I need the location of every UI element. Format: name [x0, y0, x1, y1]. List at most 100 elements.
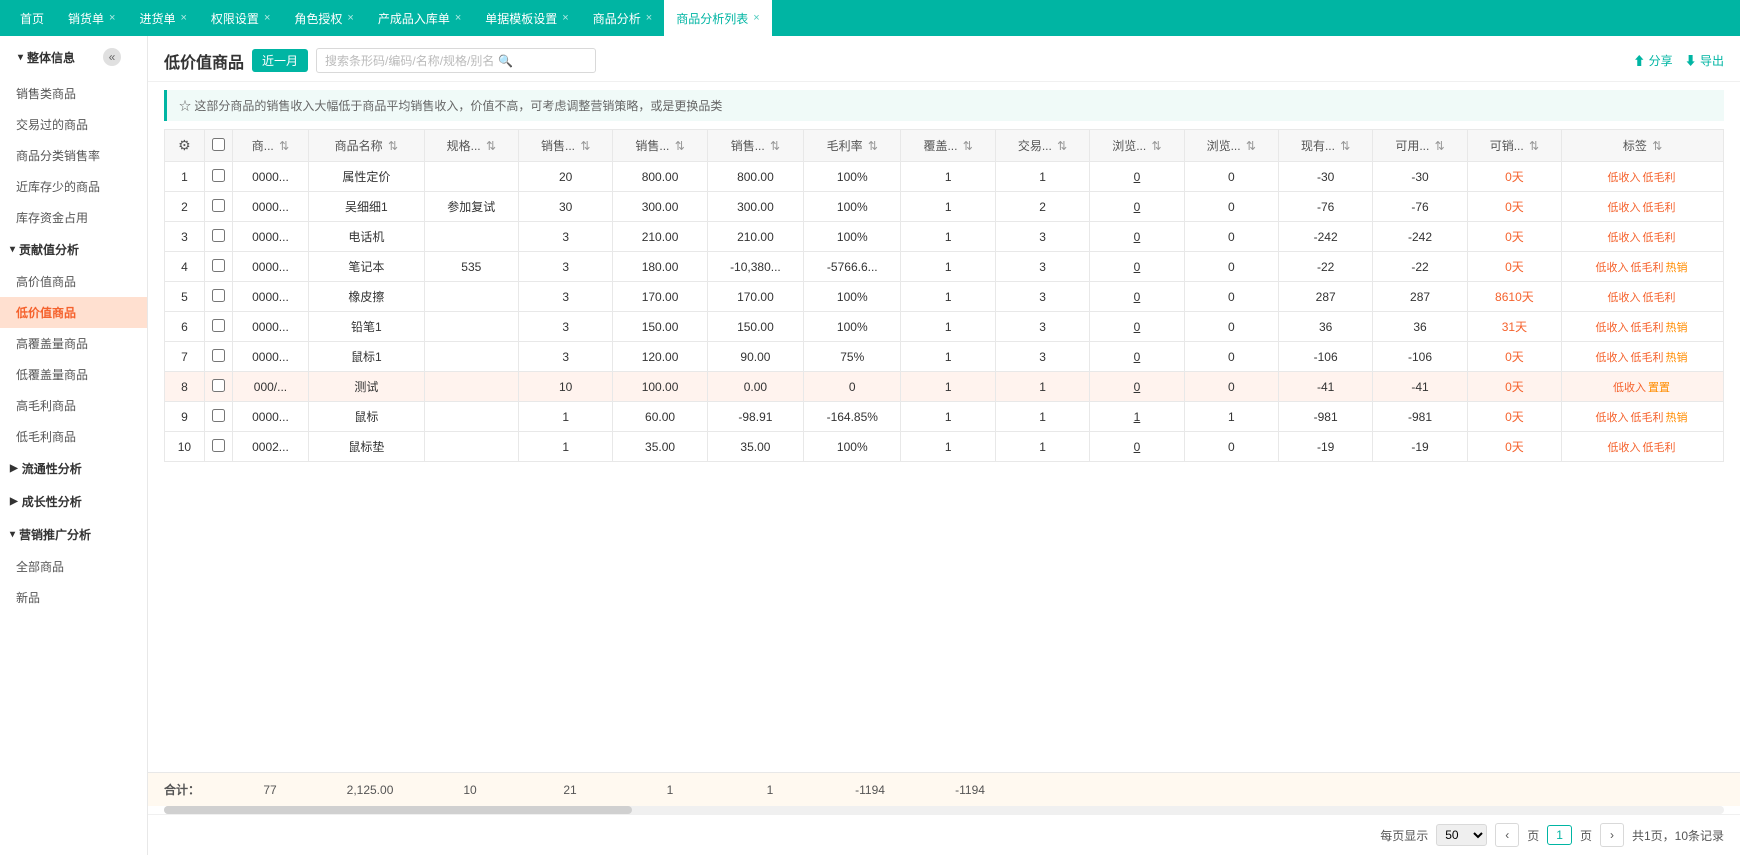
sidebar-item-category-rate[interactable]: 商品分类销售率 [0, 140, 147, 171]
browse-link[interactable]: 0 [1134, 350, 1141, 364]
cell-checkbox[interactable] [204, 402, 232, 432]
current-page[interactable]: 1 [1547, 825, 1572, 845]
gear-icon[interactable]: ⚙ [178, 137, 191, 153]
row-checkbox[interactable] [212, 199, 225, 212]
close-icon[interactable]: × [264, 12, 270, 24]
cell-browse1[interactable]: 0 [1090, 252, 1184, 282]
browse-link[interactable]: 0 [1134, 440, 1141, 454]
sidebar-group-circulation[interactable]: ▶ 流通性分析 [0, 452, 147, 485]
sidebar-item-all-goods[interactable]: 全部商品 [0, 551, 147, 582]
cell-checkbox[interactable] [204, 192, 232, 222]
col-trade[interactable]: 交易... ⇅ [995, 130, 1089, 162]
export-btn[interactable]: ⬇ 导出 [1685, 52, 1724, 69]
sidebar-item-high-value[interactable]: 高价值商品 [0, 266, 147, 297]
sidebar-item-high-coverage[interactable]: 高覆盖量商品 [0, 328, 147, 359]
row-checkbox[interactable] [212, 349, 225, 362]
sidebar-item-low-coverage[interactable]: 低覆盖量商品 [0, 359, 147, 390]
search-icon[interactable]: 🔍 [498, 54, 513, 68]
filter-period-btn[interactable]: 近一月 [252, 49, 308, 72]
row-checkbox[interactable] [212, 229, 225, 242]
select-all-checkbox[interactable] [212, 138, 225, 151]
col-sales-amount[interactable]: 销售... ⇅ [707, 130, 803, 162]
sidebar-collapse-btn[interactable]: « [103, 48, 121, 66]
cell-checkbox[interactable] [204, 222, 232, 252]
nav-analysis-list[interactable]: 商品分析列表 × [664, 0, 771, 36]
col-browse2[interactable]: 浏览... ⇅ [1184, 130, 1278, 162]
sidebar-item-traded-goods[interactable]: 交易过的商品 [0, 109, 147, 140]
close-icon[interactable]: × [109, 12, 115, 24]
col-available[interactable]: 可用... ⇅ [1373, 130, 1467, 162]
sidebar-item-new-goods[interactable]: 新品 [0, 582, 147, 613]
cell-browse1[interactable]: 0 [1090, 282, 1184, 312]
sidebar-item-stock-capital[interactable]: 库存资金占用 [0, 202, 147, 233]
cell-checkbox[interactable] [204, 162, 232, 192]
cell-browse1[interactable]: 0 [1090, 222, 1184, 252]
close-icon[interactable]: × [646, 12, 652, 24]
prev-page-btn[interactable]: ‹ [1495, 823, 1519, 847]
sidebar-group-contribution[interactable]: ▾ 贡献值分析 [0, 233, 147, 266]
sidebar-item-high-margin[interactable]: 高毛利商品 [0, 390, 147, 421]
col-sales-price[interactable]: 销售... ⇅ [613, 130, 707, 162]
cell-browse1[interactable]: 0 [1090, 432, 1184, 462]
row-checkbox[interactable] [212, 319, 225, 332]
nav-finished-goods[interactable]: 产成品入库单 × [366, 0, 473, 36]
nav-purchase[interactable]: 进货单 × [127, 0, 198, 36]
row-checkbox[interactable] [212, 169, 225, 182]
nav-analysis[interactable]: 商品分析 × [581, 0, 664, 36]
sidebar-item-low-stock[interactable]: 近库存少的商品 [0, 171, 147, 202]
col-code[interactable]: 商... ⇅ [232, 130, 308, 162]
browse-link[interactable]: 0 [1134, 170, 1141, 184]
row-checkbox[interactable] [212, 289, 225, 302]
col-sales-qty[interactable]: 销售... ⇅ [519, 130, 613, 162]
sidebar-item-low-value[interactable]: 低价值商品 [0, 297, 147, 328]
browse-link[interactable]: 0 [1134, 200, 1141, 214]
browse-link[interactable]: 0 [1134, 320, 1141, 334]
cell-browse1[interactable]: 0 [1090, 342, 1184, 372]
nav-template[interactable]: 单据模板设置 × [473, 0, 580, 36]
col-browse1[interactable]: 浏览... ⇅ [1090, 130, 1184, 162]
close-icon[interactable]: × [562, 12, 568, 24]
sidebar-item-low-margin[interactable]: 低毛利商品 [0, 421, 147, 452]
next-page-btn[interactable]: › [1600, 823, 1624, 847]
close-icon[interactable]: × [347, 12, 353, 24]
nav-sales[interactable]: 销货单 × [56, 0, 127, 36]
browse-link[interactable]: 0 [1134, 380, 1141, 394]
browse-link[interactable]: 1 [1134, 410, 1141, 424]
sidebar-group-overview[interactable]: ▾ 整体信息 [8, 41, 85, 74]
horizontal-scrollbar[interactable] [164, 806, 632, 814]
cell-checkbox[interactable] [204, 372, 232, 402]
close-icon[interactable]: × [180, 12, 186, 24]
col-gross-margin[interactable]: 毛利率 ⇅ [804, 130, 901, 162]
nav-permissions[interactable]: 权限设置 × [199, 0, 282, 36]
per-page-select[interactable]: 50 100 [1436, 824, 1487, 846]
cell-checkbox[interactable] [204, 312, 232, 342]
close-icon[interactable]: × [753, 12, 759, 24]
browse-link[interactable]: 0 [1134, 260, 1141, 274]
col-gear[interactable]: ⚙ [165, 130, 205, 162]
browse-link[interactable]: 0 [1134, 290, 1141, 304]
col-current-stock[interactable]: 现有... ⇅ [1278, 130, 1372, 162]
col-name[interactable]: 商品名称 ⇅ [309, 130, 425, 162]
row-checkbox[interactable] [212, 379, 225, 392]
col-sellable[interactable]: 可销... ⇅ [1467, 130, 1561, 162]
cell-browse1[interactable]: 0 [1090, 192, 1184, 222]
row-checkbox[interactable] [212, 439, 225, 452]
cell-browse1[interactable]: 0 [1090, 372, 1184, 402]
row-checkbox[interactable] [212, 259, 225, 272]
cell-browse1[interactable]: 1 [1090, 402, 1184, 432]
close-icon[interactable]: × [455, 12, 461, 24]
col-spec[interactable]: 规格... ⇅ [424, 130, 518, 162]
nav-home[interactable]: 首页 [8, 0, 56, 36]
cell-browse1[interactable]: 0 [1090, 162, 1184, 192]
col-tags[interactable]: 标签 ⇅ [1562, 130, 1724, 162]
share-btn[interactable]: ⬆ 分享 [1633, 52, 1672, 69]
cell-checkbox[interactable] [204, 342, 232, 372]
sidebar-group-growth[interactable]: ▶ 成长性分析 [0, 485, 147, 518]
col-coverage[interactable]: 覆盖... ⇅ [901, 130, 995, 162]
cell-checkbox[interactable] [204, 252, 232, 282]
nav-roles[interactable]: 角色授权 × [282, 0, 365, 36]
cell-checkbox[interactable] [204, 432, 232, 462]
sidebar-group-marketing[interactable]: ▾ 营销推广分析 [0, 518, 147, 551]
sidebar-item-sales-goods[interactable]: 销售类商品 [0, 78, 147, 109]
browse-link[interactable]: 0 [1134, 230, 1141, 244]
